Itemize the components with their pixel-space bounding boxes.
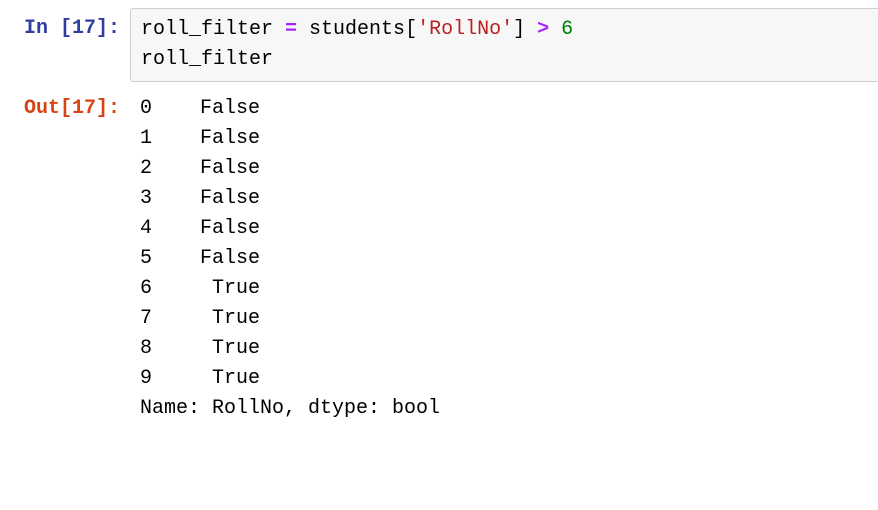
output-text: 0 False 1 False 2 False 3 False 4 False … [130, 88, 878, 430]
output-footer: Name: RollNo, dtype: bool [140, 397, 440, 420]
code-token-variable: roll_filter [141, 18, 273, 41]
code-token-number: 6 [561, 18, 573, 41]
code-token-string: 'RollNo' [417, 18, 513, 41]
code-token-lbracket: [ [405, 18, 417, 41]
code-token-operator: > [537, 18, 549, 41]
code-input[interactable]: roll_filter = students['RollNo'] > 6 rol… [130, 8, 878, 82]
code-token-assign: = [273, 18, 309, 41]
code-token-rbracket: ] [513, 18, 525, 41]
code-token-space [549, 18, 561, 41]
code-token-variable: roll_filter [141, 48, 273, 71]
code-token-space [525, 18, 537, 41]
input-cell: In [17]: roll_filter = students['RollNo'… [0, 8, 878, 82]
output-prompt: Out[17]: [0, 88, 130, 124]
output-cell: Out[17]: 0 False 1 False 2 False 3 False… [0, 88, 878, 430]
input-prompt: In [17]: [0, 8, 130, 44]
code-token-identifier: students [309, 18, 405, 41]
